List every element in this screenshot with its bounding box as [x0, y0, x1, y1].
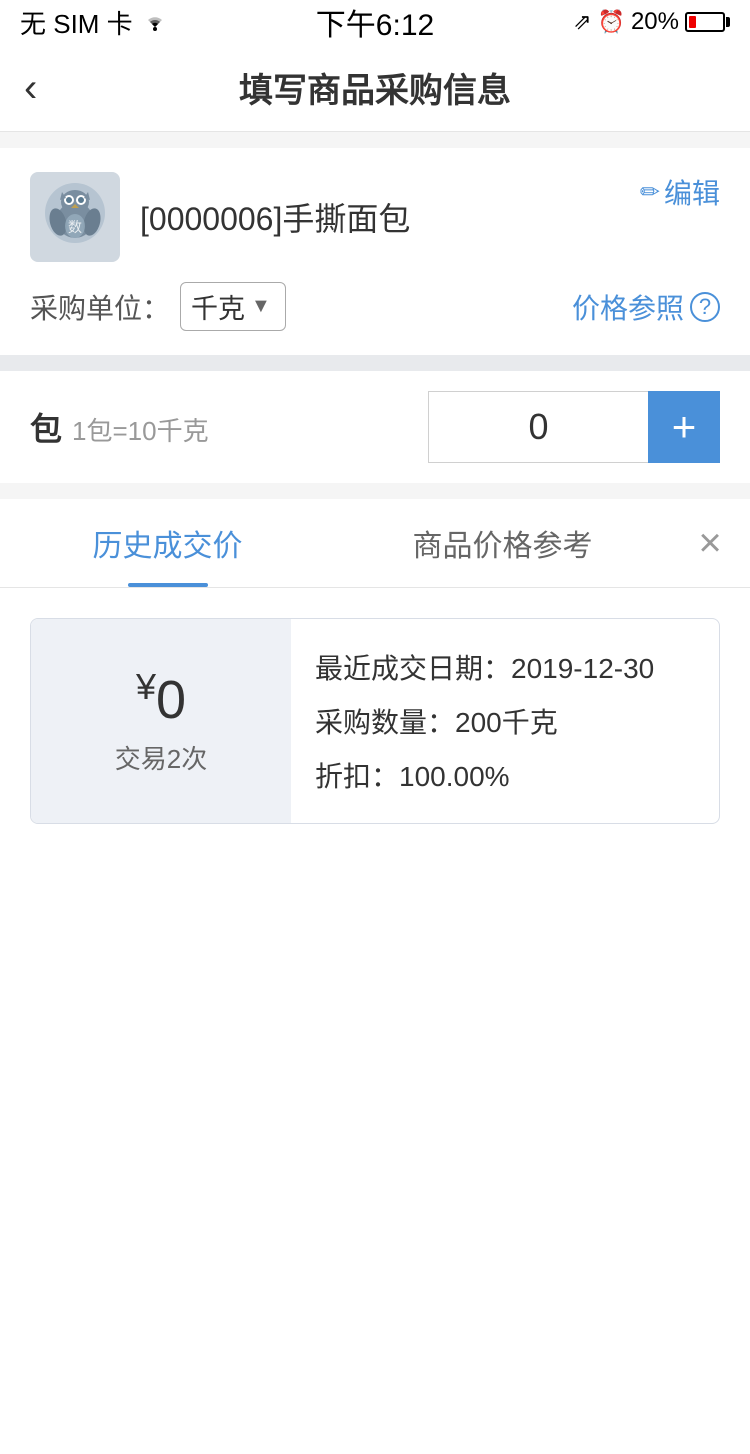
- tabs-header: 历史成交价 商品价格参考 ×: [0, 499, 750, 588]
- tab-active-indicator: [128, 583, 208, 587]
- svg-text:数: 数: [68, 220, 82, 236]
- tab-price-reference[interactable]: 商品价格参考: [335, 499, 670, 587]
- product-section: 数 [0000006]手撕面包 ✏ 编辑 采购单位： 千克 ▼ 价格参照 ?: [0, 148, 750, 355]
- tab-history-price[interactable]: 历史成交价: [0, 499, 335, 587]
- product-name: [0000006]手撕面包: [140, 194, 410, 240]
- unit-dropdown[interactable]: 千克 ▼: [180, 282, 286, 331]
- product-left: 数 [0000006]手撕面包: [30, 172, 410, 262]
- section-divider: [0, 355, 750, 371]
- unit-row: 采购单位： 千克 ▼: [30, 282, 286, 331]
- status-time: 下午6:12: [316, 0, 434, 44]
- tab-content: ¥0 交易2次 最近成交日期：2019-12-30 采购数量：200千克 折扣：…: [0, 588, 750, 854]
- alarm-icon: ⏰: [598, 9, 625, 35]
- battery-icon: [685, 12, 730, 32]
- status-bar: 无 SIM 卡 下午6:12 ⇗ ⏰ 20%: [0, 0, 750, 44]
- status-left: 无 SIM 卡: [20, 4, 169, 41]
- price-ref-button[interactable]: 价格参照 ?: [572, 287, 720, 327]
- history-card-right: 最近成交日期：2019-12-30 采购数量：200千克 折扣：100.00%: [291, 619, 719, 823]
- back-button[interactable]: ‹: [24, 68, 37, 108]
- currency-symbol: ¥: [136, 666, 156, 707]
- product-logo-icon: 数: [40, 178, 110, 256]
- tab-close-button[interactable]: ×: [670, 499, 750, 587]
- dropdown-arrow-icon: ▼: [251, 295, 271, 318]
- edit-icon: ✏: [640, 178, 660, 207]
- quantity-plus-button[interactable]: +: [648, 391, 720, 463]
- history-card-left: ¥0 交易2次: [31, 619, 291, 823]
- price-ref-question-icon: ?: [690, 292, 720, 322]
- quantity-conversion: 1包=10千克: [72, 411, 209, 448]
- nav-bar: ‹ 填写商品采购信息: [0, 44, 750, 132]
- status-right: ⇗ ⏰ 20%: [573, 8, 730, 36]
- quantity-unit: 包: [30, 404, 62, 450]
- page-title: 填写商品采购信息: [239, 63, 511, 112]
- product-thumbnail: 数: [30, 172, 120, 262]
- history-card: ¥0 交易2次 最近成交日期：2019-12-30 采购数量：200千克 折扣：…: [30, 618, 720, 824]
- purchase-qty-row: 采购数量：200千克: [315, 701, 695, 741]
- quantity-section: 包 1包=10千克 0 +: [0, 371, 750, 483]
- bottom-space: [0, 854, 750, 1454]
- quantity-input[interactable]: 0: [428, 391, 648, 463]
- unit-label: 采购单位：: [30, 287, 170, 327]
- gps-icon: ⇗: [573, 9, 591, 35]
- battery-percentage: 20%: [631, 8, 679, 36]
- discount-row: 折扣：100.00%: [315, 755, 695, 795]
- wifi-icon: [141, 7, 169, 38]
- product-meta: 采购单位： 千克 ▼ 价格参照 ?: [30, 282, 720, 331]
- edit-button[interactable]: ✏ 编辑: [640, 172, 720, 212]
- last-deal-date-row: 最近成交日期：2019-12-30: [315, 647, 695, 687]
- history-price: ¥0: [136, 666, 186, 731]
- carrier-text: 无 SIM 卡: [20, 4, 133, 41]
- tabs-section: 历史成交价 商品价格参考 × ¥0 交易2次 最近成交日期：2019-12-30…: [0, 499, 750, 854]
- quantity-label-group: 包 1包=10千克: [30, 404, 209, 450]
- history-trades: 交易2次: [115, 739, 207, 776]
- product-header: 数 [0000006]手撕面包 ✏ 编辑: [30, 172, 720, 262]
- quantity-input-group: 0 +: [428, 391, 720, 463]
